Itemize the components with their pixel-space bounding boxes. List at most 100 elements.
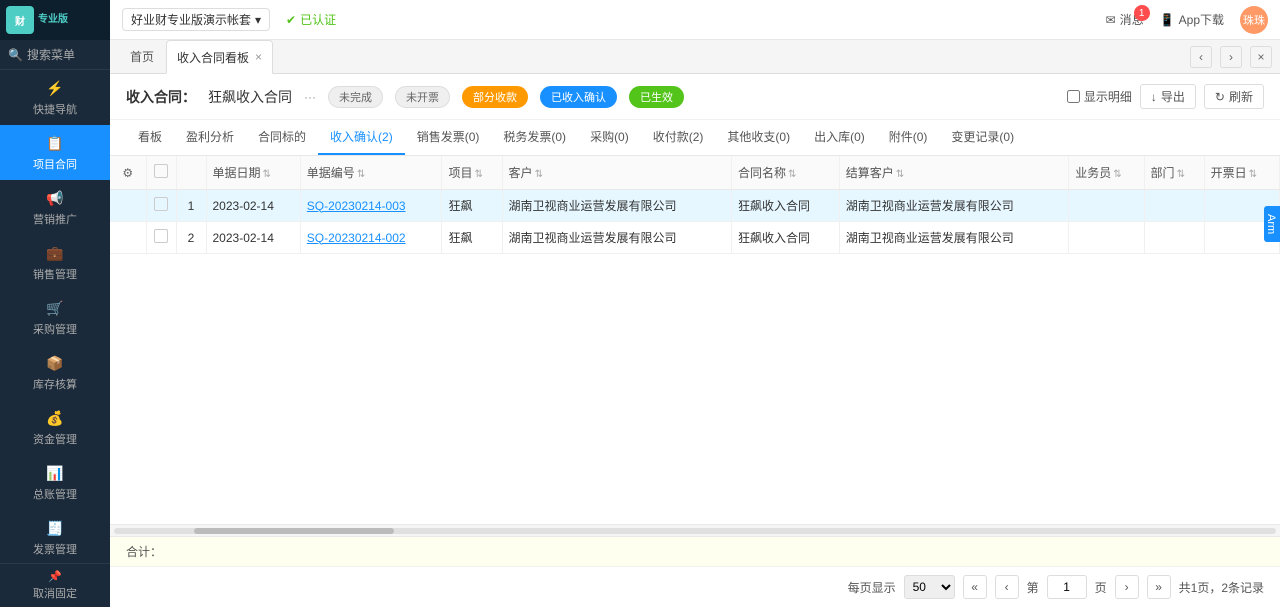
- tab-home-label: 首页: [130, 48, 154, 65]
- scrollbar-thumb[interactable]: [194, 528, 394, 534]
- message-button[interactable]: ✉ 1 消息: [1106, 11, 1144, 28]
- subtab-contract-target[interactable]: 合同标的: [246, 120, 318, 155]
- status-confirmed-button[interactable]: 已收入确认: [540, 86, 617, 108]
- tab-income-kanban[interactable]: 收入合同看板 ×: [166, 40, 273, 74]
- tab-active-label: 收入合同看板: [177, 49, 249, 66]
- col-bill-no[interactable]: 单据编号⇅: [300, 156, 442, 190]
- col-salesman[interactable]: 业务员⇅: [1069, 156, 1144, 190]
- table-footer: 合计：: [110, 536, 1280, 566]
- table-row[interactable]: 2 2023-02-14 SQ-20230214-002 狂飙 湖南卫视商业运营…: [110, 222, 1280, 254]
- row-bill-date-cell: 2023-02-14: [206, 222, 300, 254]
- right-panel-button[interactable]: Arm: [1264, 206, 1280, 242]
- refresh-button[interactable]: ↻ 刷新: [1204, 84, 1264, 109]
- status-active-button[interactable]: 已生效: [629, 86, 684, 108]
- current-page-input[interactable]: [1047, 575, 1087, 599]
- main-area: 好业财专业版演示帐套 ▾ ✔ 已认证 ✉ 1 消息 📱 App下载 珠珠 首页: [110, 0, 1280, 607]
- sidebar-search[interactable]: 🔍 搜索菜单: [0, 40, 110, 70]
- row-contract-name-cell: 狂飙收入合同: [732, 190, 840, 222]
- subtab-sales-invoice[interactable]: 销售发票(0): [405, 120, 492, 155]
- table-row[interactable]: 1 2023-02-14 SQ-20230214-003 狂飙 湖南卫视商业运营…: [110, 190, 1280, 222]
- subtab-payment[interactable]: 收付款(2): [641, 120, 716, 155]
- select-all-checkbox[interactable]: [154, 164, 168, 178]
- message-icon: ✉: [1106, 13, 1116, 27]
- sidebar-bottom: 📌 取消固定: [0, 563, 110, 607]
- contract-more-button[interactable]: ···: [304, 90, 316, 104]
- tab-home[interactable]: 首页: [118, 40, 166, 74]
- row-checkbox[interactable]: [154, 197, 168, 211]
- col-project[interactable]: 项目⇅: [442, 156, 502, 190]
- sidebar-item-invoice[interactable]: 🧾 发票管理: [0, 510, 110, 563]
- scrollbar-track: [114, 528, 1276, 534]
- pagination: 每页显示 50 100 200 « ‹ 第 页 › » 共1页，2条记录: [110, 566, 1280, 607]
- col-settings[interactable]: ⚙: [110, 156, 146, 190]
- sidebar-item-funds[interactable]: 💰 资金管理: [0, 400, 110, 455]
- row-settings-cell: [110, 190, 146, 222]
- sidebar-item-quicknav[interactable]: ⚡ 快捷导航: [0, 70, 110, 125]
- status-incomplete-button[interactable]: 未完成: [328, 86, 383, 108]
- col-customer[interactable]: 客户⇅: [502, 156, 731, 190]
- sidebar-item-sales[interactable]: 💼 销售管理: [0, 235, 110, 290]
- row-bill-no-cell[interactable]: SQ-20230214-002: [300, 222, 442, 254]
- salesman-sort-icon: ⇅: [1113, 169, 1121, 180]
- status-partial-button[interactable]: 部分收款: [462, 86, 528, 108]
- sidebar-item-label: 库存核算: [33, 376, 77, 392]
- bill-date-sort-icon: ⇅: [263, 169, 271, 180]
- horizontal-scrollbar[interactable]: [110, 524, 1280, 536]
- prev-page-button[interactable]: ‹: [995, 575, 1019, 599]
- col-num: [176, 156, 206, 190]
- tab-nav-right-button[interactable]: ›: [1220, 46, 1242, 68]
- tab-nav-close-button[interactable]: ×: [1250, 46, 1272, 68]
- row-checkbox-cell[interactable]: [146, 190, 176, 222]
- show-detail-input[interactable]: [1067, 90, 1080, 103]
- col-department[interactable]: 部门⇅: [1144, 156, 1204, 190]
- sidebar-item-project-contract[interactable]: 📋 项目合同: [0, 125, 110, 180]
- cancel-pin-button[interactable]: 📌 取消固定: [0, 564, 110, 607]
- subtab-tax-invoice[interactable]: 税务发票(0): [491, 120, 578, 155]
- content-area: 收入合同： 狂飙收入合同 ··· 未完成 未开票 部分收款 已收入确认 已生效 …: [110, 74, 1280, 607]
- row-customer-cell: 湖南卫视商业运营发展有限公司: [502, 222, 731, 254]
- col-checkbox[interactable]: [146, 156, 176, 190]
- per-page-select[interactable]: 50 100 200: [904, 575, 955, 599]
- department-sort-icon: ⇅: [1177, 169, 1185, 180]
- company-selector[interactable]: 好业财专业版演示帐套 ▾: [122, 8, 270, 31]
- col-contract-name[interactable]: 合同名称⇅: [732, 156, 840, 190]
- subtab-income-confirm[interactable]: 收入确认(2): [318, 120, 405, 155]
- col-bill-date[interactable]: 单据日期⇅: [206, 156, 300, 190]
- sidebar-item-general[interactable]: 📊 总账管理: [0, 455, 110, 510]
- col-related-customer[interactable]: 结算客户⇅: [839, 156, 1068, 190]
- row-num-cell: 2: [176, 222, 206, 254]
- subtab-attachments[interactable]: 附件(0): [877, 120, 940, 155]
- cert-status: ✔ 已认证: [286, 11, 336, 28]
- row-bill-no-cell[interactable]: SQ-20230214-003: [300, 190, 442, 222]
- search-icon: 🔍: [8, 48, 23, 62]
- subtab-purchase[interactable]: 采购(0): [578, 120, 641, 155]
- bill-no-link[interactable]: SQ-20230214-003: [307, 199, 406, 213]
- subtab-warehouse[interactable]: 出入库(0): [802, 120, 877, 155]
- status-no-invoice-button[interactable]: 未开票: [395, 86, 450, 108]
- inventory-icon: 📦: [45, 353, 65, 373]
- tab-close-button[interactable]: ×: [255, 50, 262, 64]
- export-button[interactable]: ↓ 导出: [1140, 84, 1196, 109]
- subtab-change-log[interactable]: 变更记录(0): [939, 120, 1026, 155]
- sidebar-item-marketing[interactable]: 📢 营销推广: [0, 180, 110, 235]
- app-download-button[interactable]: 📱 App下载: [1160, 11, 1224, 28]
- sidebar-item-inventory[interactable]: 📦 库存核算: [0, 345, 110, 400]
- bill-no-link[interactable]: SQ-20230214-002: [307, 231, 406, 245]
- subtab-profit[interactable]: 盈利分析: [174, 120, 246, 155]
- contract-header-actions: 显示明细 ↓ 导出 ↻ 刷新: [1067, 84, 1264, 109]
- show-detail-checkbox[interactable]: 显示明细: [1067, 88, 1132, 105]
- next-page-button[interactable]: ›: [1115, 575, 1139, 599]
- user-avatar[interactable]: 珠珠: [1240, 6, 1268, 34]
- quicknav-icon: ⚡: [45, 78, 65, 98]
- row-checkbox[interactable]: [154, 229, 168, 243]
- first-page-button[interactable]: «: [963, 575, 987, 599]
- subtab-kanban[interactable]: 看板: [126, 120, 174, 155]
- last-page-button[interactable]: »: [1147, 575, 1171, 599]
- sidebar-item-purchase[interactable]: 🛒 采购管理: [0, 290, 110, 345]
- settings-icon[interactable]: ⚙: [122, 166, 133, 180]
- tab-nav-left-button[interactable]: ‹: [1190, 46, 1212, 68]
- export-label: 导出: [1161, 88, 1185, 105]
- subtab-other-income[interactable]: 其他收支(0): [715, 120, 802, 155]
- col-open-date[interactable]: 开票日⇅: [1204, 156, 1279, 190]
- row-checkbox-cell[interactable]: [146, 222, 176, 254]
